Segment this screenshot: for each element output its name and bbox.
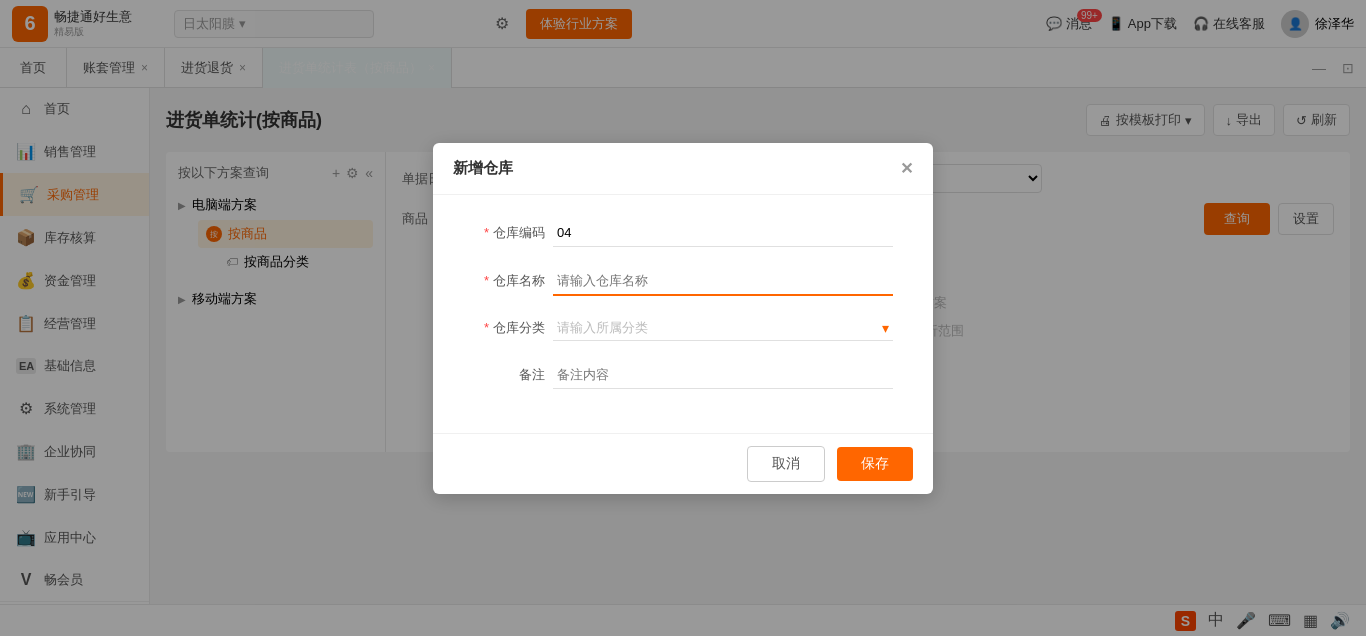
modal-body: *仓库编码 *仓库名称 *仓库分类 请输入所属分类 <box>433 195 933 433</box>
modal-title: 新增仓库 <box>453 159 513 178</box>
name-label: *仓库名称 <box>473 272 553 290</box>
category-label: *仓库分类 <box>473 319 553 337</box>
form-row-remark: 备注 <box>473 361 893 389</box>
code-label: *仓库编码 <box>473 224 553 242</box>
category-select-wrap: 请输入所属分类 ▾ <box>553 316 893 341</box>
warehouse-name-input[interactable] <box>553 267 893 296</box>
remark-input[interactable] <box>553 361 893 389</box>
save-button[interactable]: 保存 <box>837 447 913 481</box>
modal-close-icon[interactable]: ✕ <box>900 159 913 178</box>
cancel-button[interactable]: 取消 <box>747 446 825 482</box>
category-dropdown-icon: ▾ <box>882 320 889 336</box>
form-row-name: *仓库名称 <box>473 267 893 296</box>
remark-label: 备注 <box>473 366 553 384</box>
warehouse-category-select[interactable]: 请输入所属分类 <box>557 320 882 335</box>
new-warehouse-modal: 新增仓库 ✕ *仓库编码 *仓库名称 *仓库分类 <box>433 143 933 494</box>
modal-overlay[interactable]: 新增仓库 ✕ *仓库编码 *仓库名称 *仓库分类 <box>0 0 1366 636</box>
warehouse-code-input[interactable] <box>553 219 893 247</box>
form-row-category: *仓库分类 请输入所属分类 ▾ <box>473 316 893 341</box>
form-row-code: *仓库编码 <box>473 219 893 247</box>
modal-header: 新增仓库 ✕ <box>433 143 933 195</box>
modal-footer: 取消 保存 <box>433 433 933 494</box>
